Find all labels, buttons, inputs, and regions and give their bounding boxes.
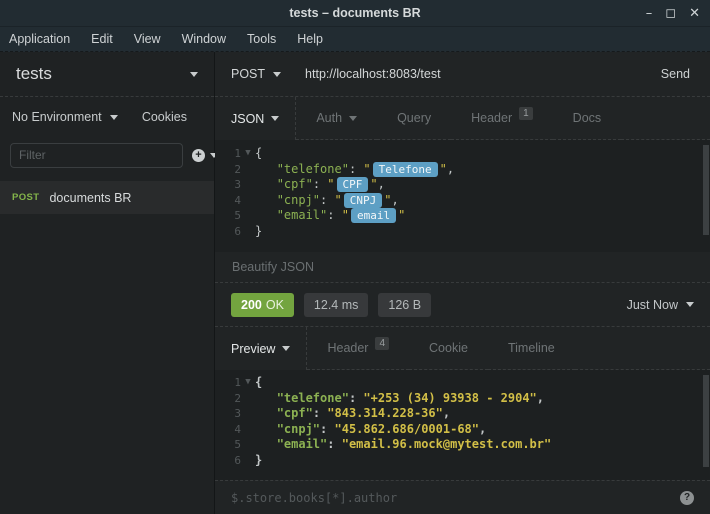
scrollbar-thumb[interactable] — [703, 145, 709, 235]
tab-response-header[interactable]: Header 4 — [307, 327, 410, 370]
sidebar: tests No Environment Cookies + POST docu… — [0, 52, 218, 514]
workspace-name: tests — [16, 64, 52, 83]
tab-body-json[interactable]: JSON — [215, 97, 297, 140]
request-item-documents-br[interactable]: POST documents BR — [0, 181, 214, 214]
tab-timeline[interactable]: Timeline — [487, 327, 575, 370]
main-panel: POST http://localhost:8083/test Send JSO… — [215, 52, 710, 514]
environment-row: No Environment Cookies — [0, 97, 214, 137]
menu-application[interactable]: Application — [9, 32, 70, 46]
menu-window[interactable]: Window — [182, 32, 226, 46]
header-count-badge: 4 — [375, 336, 390, 350]
tab-label: Header — [471, 111, 513, 125]
status-code: 200 — [241, 297, 262, 312]
tab-label: Docs — [572, 111, 602, 125]
tab-spacer — [621, 97, 710, 140]
window-controls: – ◻ ✕ — [646, 0, 700, 27]
response-body-viewer[interactable]: 1 ▼{2 "telefone": "+253 (34) 93938 - 2904… — [215, 370, 710, 480]
chevron-down-icon — [190, 71, 198, 77]
response-tabs: Preview Header 4 Cookie Timeline — [215, 327, 710, 370]
code-line: 5 "email": " email " — [234, 208, 406, 223]
tab-label: Cookie — [429, 341, 468, 355]
sidebar-filter-row: + — [0, 137, 218, 173]
code-line: 4 "cnpj": " CNPJ ", — [234, 192, 399, 208]
chevron-down-icon — [349, 115, 358, 121]
minimize-icon[interactable]: – — [646, 7, 653, 20]
code-line: 2 "telefone": "+253 (34) 93938 - 2904", — [234, 390, 545, 405]
template-tag[interactable]: CPF — [336, 177, 369, 192]
status-reason: OK — [265, 297, 284, 312]
response-size-badge: 126 B — [378, 292, 432, 317]
code-line: 3 "cpf": " CPF ", — [234, 177, 385, 192]
request-list: POST documents BR — [0, 173, 214, 514]
tab-query[interactable]: Query — [377, 97, 452, 140]
menu-help[interactable]: Help — [297, 32, 323, 46]
template-tag[interactable]: Telefone — [372, 161, 438, 177]
response-time-badge: 12.4 ms — [303, 292, 369, 317]
tab-label: Auth — [316, 111, 343, 125]
chevron-down-icon — [282, 346, 291, 351]
tab-header[interactable]: Header 1 — [451, 97, 553, 140]
beautify-bar: Beautify JSON — [215, 252, 710, 283]
request-tabs: JSON Auth Query Header 1 Docs — [215, 97, 710, 140]
response-meta-bar: 200 OK 12.4 ms 126 B Just Now — [215, 283, 710, 327]
tab-spacer — [574, 327, 710, 370]
maximize-icon[interactable]: ◻ — [665, 7, 676, 20]
titlebar: tests – documents BR – ◻ ✕ — [0, 0, 710, 27]
url-input[interactable]: http://localhost:8083/test — [305, 67, 641, 81]
window-title: tests – documents BR — [289, 6, 421, 20]
workspace-dropdown[interactable]: tests — [0, 52, 214, 97]
scrollbar-thumb[interactable] — [703, 375, 709, 467]
menubar: Application Edit View Window Tools Help — [0, 27, 710, 52]
menu-view[interactable]: View — [134, 32, 161, 46]
tab-docs[interactable]: Docs — [552, 97, 622, 140]
chevron-down-icon — [686, 302, 694, 307]
code-line: 1 ▼{ — [234, 375, 263, 391]
template-tag[interactable]: email — [350, 208, 397, 223]
menu-edit[interactable]: Edit — [91, 32, 113, 46]
response-filter-bar: ? — [215, 480, 710, 514]
tab-cookie[interactable]: Cookie — [409, 327, 488, 370]
method-label: POST — [231, 67, 266, 81]
code-line: 4 "cnpj": "45.862.686/0001-68", — [234, 421, 487, 436]
app-window: tests – documents BR – ◻ ✕ Application E… — [0, 0, 710, 514]
url-bar: POST http://localhost:8083/test Send — [215, 52, 710, 97]
request-method-tag: POST — [12, 192, 40, 203]
sidebar-filter-input[interactable] — [10, 142, 183, 168]
code-line: 1 ▼{ — [234, 146, 263, 162]
header-count-badge: 1 — [519, 106, 533, 120]
response-history-dropdown[interactable]: Just Now — [627, 298, 694, 312]
tab-label: JSON — [231, 111, 265, 126]
status-badge: 200 OK — [231, 292, 294, 317]
fold-arrow-icon[interactable]: ▼ — [241, 375, 255, 391]
code-line: 6} — [234, 452, 263, 467]
menu-tools[interactable]: Tools — [247, 32, 276, 46]
tab-label: Query — [397, 111, 432, 125]
cookies-button[interactable]: Cookies — [142, 110, 187, 124]
tab-label: Timeline — [507, 341, 555, 355]
plus-icon: + — [192, 148, 205, 162]
tab-label: Header — [327, 341, 369, 355]
code-line: 6} — [234, 223, 263, 238]
code-line: 3 "cpf": "843.314.228-36", — [234, 406, 451, 420]
beautify-json-button[interactable]: Beautify JSON — [232, 260, 314, 274]
response-filter-input[interactable] — [231, 490, 670, 505]
chevron-down-icon — [273, 71, 282, 77]
tab-preview[interactable]: Preview — [215, 327, 308, 370]
request-body-editor[interactable]: 1 ▼{2 "telefone": " Telefone ", 3 "cpf": " CP… — [215, 140, 710, 252]
help-icon[interactable]: ? — [680, 490, 694, 505]
fold-arrow-icon[interactable]: ▼ — [241, 146, 255, 162]
chevron-down-icon[interactable] — [109, 114, 118, 120]
code-line: 5 "email": "email.96.mock@mytest.com.br" — [234, 437, 552, 451]
environment-dropdown[interactable]: No Environment — [12, 110, 102, 124]
tab-label: Preview — [231, 341, 276, 356]
code-line: 2 "telefone": " Telefone ", — [234, 161, 455, 177]
method-dropdown[interactable]: POST — [215, 52, 295, 96]
chevron-down-icon — [271, 116, 280, 121]
response-time-ago: Just Now — [626, 297, 678, 312]
template-tag[interactable]: CNPJ — [343, 192, 383, 208]
send-button[interactable]: Send — [641, 52, 710, 96]
close-icon[interactable]: ✕ — [689, 7, 700, 20]
request-name: documents BR — [49, 190, 132, 205]
tab-auth[interactable]: Auth — [296, 97, 378, 140]
